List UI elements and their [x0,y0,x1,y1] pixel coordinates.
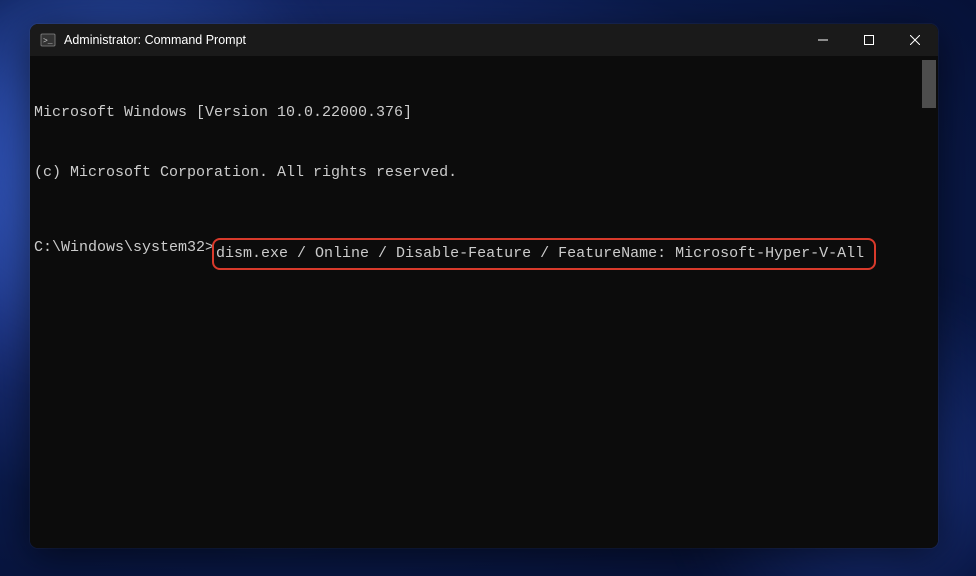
cmd-icon: >_ [40,32,56,48]
maximize-button[interactable] [846,24,892,56]
copyright-line: (c) Microsoft Corporation. All rights re… [34,163,932,183]
prompt-row: C:\Windows\system32>dism.exe / Online / … [34,238,932,270]
command-prompt-window: >_ Administrator: Command Prompt Microso… [30,24,938,548]
command-text: dism.exe / Online / Disable-Feature / Fe… [216,245,864,262]
terminal-output[interactable]: Microsoft Windows [Version 10.0.22000.37… [30,56,938,548]
minimize-button[interactable] [800,24,846,56]
window-controls [800,24,938,56]
scrollbar[interactable] [922,60,936,544]
svg-text:>_: >_ [43,37,53,46]
window-title: Administrator: Command Prompt [64,33,246,47]
prompt-text: C:\Windows\system32> [34,238,214,258]
version-line: Microsoft Windows [Version 10.0.22000.37… [34,103,932,123]
titlebar[interactable]: >_ Administrator: Command Prompt [30,24,938,56]
scrollbar-thumb[interactable] [922,60,936,108]
command-highlight: dism.exe / Online / Disable-Feature / Fe… [212,238,876,270]
close-button[interactable] [892,24,938,56]
